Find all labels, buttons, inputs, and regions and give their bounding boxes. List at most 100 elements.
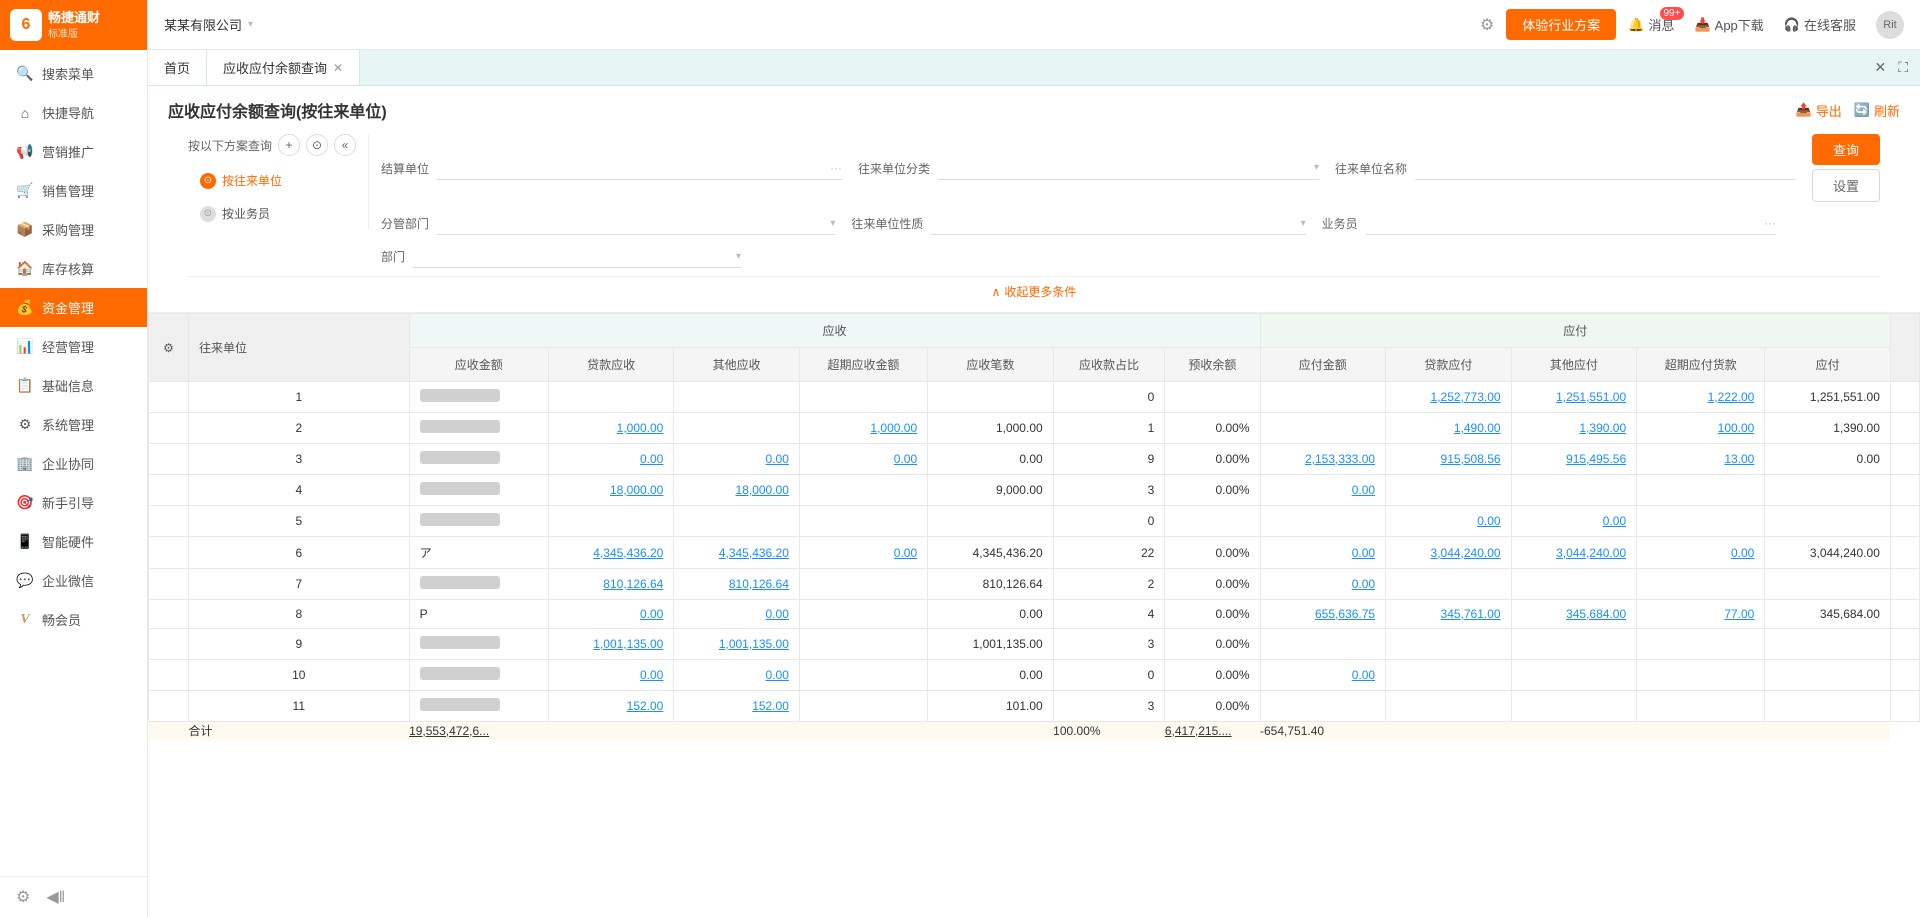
scheme-by-unit[interactable]: ⊙ 按往来单位: [188, 164, 356, 197]
table-cell[interactable]: 1,001,135.00: [674, 629, 800, 660]
sidebar-item-purchase[interactable]: 📦 采购管理: [0, 210, 147, 249]
table-cell[interactable]: 1,222.00: [1637, 382, 1765, 413]
table-cell[interactable]: 1,390.00: [1511, 413, 1637, 444]
setting-button[interactable]: 设置: [1812, 169, 1880, 202]
table-cell[interactable]: 0.00: [548, 660, 674, 691]
yewuyuan-input[interactable]: [1366, 216, 1764, 230]
sidebar-item-guide[interactable]: 🎯 新手引导: [0, 483, 147, 522]
table-cell[interactable]: 810,126.64: [548, 569, 674, 600]
collapse-filter-btn[interactable]: ∧ 收起更多条件: [992, 283, 1077, 300]
sidebar-item-member[interactable]: V 畅会员: [0, 600, 147, 639]
table-cell[interactable]: 77.00: [1637, 600, 1765, 629]
tab-arbalance[interactable]: 应收应付余额查询 ✕: [207, 50, 360, 85]
sidebar-item-search[interactable]: 🔍 搜索菜单: [0, 54, 147, 93]
manage-scheme-btn[interactable]: ⊙: [306, 134, 328, 156]
fenlei-input[interactable]: [938, 161, 1314, 175]
sidebar-item-label: 营销推广: [42, 142, 94, 161]
table-cell[interactable]: 3,044,240.00: [1386, 537, 1512, 569]
col-settings-th[interactable]: ⚙: [149, 314, 189, 382]
inventory-icon: 🏠: [16, 260, 34, 277]
cta-button[interactable]: 体验行业方案: [1506, 9, 1616, 40]
sidebar-item-corp[interactable]: 🏢 企业协同: [0, 444, 147, 483]
table-cell[interactable]: 18,000.00: [548, 475, 674, 506]
refresh-button[interactable]: 🔄 刷新: [1854, 101, 1900, 120]
member-icon: V: [16, 612, 34, 628]
table-cell[interactable]: 0.00: [674, 660, 800, 691]
table-cell[interactable]: 1,252,773.00: [1386, 382, 1512, 413]
collapse-icon[interactable]: ◀‖: [46, 887, 65, 907]
footer-ap-loan-cell: [1386, 722, 1512, 740]
table-cell[interactable]: 655,636.75: [1260, 600, 1386, 629]
table-cell[interactable]: 0.00: [548, 444, 674, 475]
table-cell[interactable]: 0.00: [674, 444, 800, 475]
table-cell[interactable]: 152.00: [674, 691, 800, 722]
table-cell[interactable]: 1,490.00: [1386, 413, 1512, 444]
sidebar-item-sales[interactable]: 🛒 销售管理: [0, 171, 147, 210]
table-cell[interactable]: 152.00: [548, 691, 674, 722]
table-cell[interactable]: 0.00: [799, 444, 927, 475]
header-gear-icon[interactable]: ⚙: [1480, 15, 1494, 35]
sidebar-item-marketing[interactable]: 📢 营销推广: [0, 132, 147, 171]
table-cell[interactable]: 18,000.00: [674, 475, 800, 506]
add-scheme-btn[interactable]: +: [278, 134, 300, 156]
table-cell[interactable]: 915,495.56: [1511, 444, 1637, 475]
sidebar-item-hardware[interactable]: 📱 智能硬件: [0, 522, 147, 561]
app-download-btn[interactable]: 📥 App下载: [1694, 15, 1763, 34]
table-cell[interactable]: 0.00: [1637, 537, 1765, 569]
user-menu-btn[interactable]: Rit: [1876, 11, 1904, 39]
sidebar-item-inventory[interactable]: 🏠 库存核算: [0, 249, 147, 288]
table-cell[interactable]: 810,126.64: [674, 569, 800, 600]
table-cell[interactable]: 915,508.56: [1386, 444, 1512, 475]
table-cell[interactable]: 0.00: [1260, 537, 1386, 569]
table-cell[interactable]: 4,345,436.20: [674, 537, 800, 569]
table-cell: 6: [189, 537, 410, 569]
table-cell[interactable]: 0.00: [1260, 569, 1386, 600]
tab-home[interactable]: 首页: [148, 50, 207, 85]
online-service-btn[interactable]: 🎧 在线客服: [1784, 15, 1856, 34]
tab-close-icon[interactable]: ✕: [333, 61, 343, 75]
settings-bottom-icon[interactable]: ⚙: [16, 887, 30, 907]
sidebar-item-wechat[interactable]: 💬 企业微信: [0, 561, 147, 600]
bumen-input[interactable]: [413, 249, 736, 263]
table-cell[interactable]: 0.00: [799, 537, 927, 569]
table-cell[interactable]: 13.00: [1637, 444, 1765, 475]
table-cell[interactable]: 2,153,333.00: [1260, 444, 1386, 475]
table-cell: [1637, 569, 1765, 600]
sidebar-item-operation[interactable]: 📊 经营管理: [0, 327, 147, 366]
collapse-scheme-btn[interactable]: «: [334, 134, 356, 156]
table-cell[interactable]: 345,761.00: [1386, 600, 1512, 629]
sidebar-item-system[interactable]: ⚙ 系统管理: [0, 405, 147, 444]
jiesuan-input[interactable]: [437, 161, 830, 175]
sidebar-item-finance[interactable]: 💰 资金管理: [0, 288, 147, 327]
table-cell[interactable]: 1,000.00: [799, 413, 927, 444]
table-cell[interactable]: 3,044,240.00: [1511, 537, 1637, 569]
table-cell[interactable]: 1,000.00: [548, 413, 674, 444]
xingzhi-input[interactable]: [931, 216, 1300, 230]
query-button[interactable]: 查询: [1812, 134, 1880, 165]
table-cell[interactable]: 1,001,135.00: [548, 629, 674, 660]
table-cell[interactable]: 4,345,436.20: [548, 537, 674, 569]
scheme-by-salesman[interactable]: ⊙ 按业务员: [188, 197, 356, 230]
maximize-icon[interactable]: ⛶: [1898, 59, 1908, 76]
table-cell[interactable]: 0.00: [548, 600, 674, 629]
table-cell[interactable]: 0.00: [1386, 506, 1512, 537]
table-row: 5 00.000.00: [149, 506, 1920, 537]
table-cell[interactable]: 0.00: [1260, 660, 1386, 691]
table-cell[interactable]: 0.00: [674, 600, 800, 629]
table-cell[interactable]: 0.00: [1260, 475, 1386, 506]
table-cell: [799, 506, 927, 537]
footer-ar-amount-cell[interactable]: 19,553,472,6...: [409, 722, 548, 740]
footer-ar-prepay-cell[interactable]: 6,417,215....: [1165, 722, 1260, 740]
fenguan-input[interactable]: [437, 216, 830, 230]
sidebar-item-quick[interactable]: ⌂ 快捷导航: [0, 93, 147, 132]
table-cell: 0.00: [1765, 444, 1891, 475]
table-cell[interactable]: 345,684.00: [1511, 600, 1637, 629]
export-button[interactable]: 📤 导出: [1796, 101, 1842, 120]
sidebar-item-basic[interactable]: 📋 基础信息: [0, 366, 147, 405]
mingcheng-input[interactable]: [1415, 161, 1796, 175]
notification-btn[interactable]: 🔔 消息 99+: [1628, 15, 1674, 34]
table-cell[interactable]: 1,251,551.00: [1511, 382, 1637, 413]
table-cell[interactable]: 100.00: [1637, 413, 1765, 444]
table-cell[interactable]: 0.00: [1511, 506, 1637, 537]
close-window-icon[interactable]: ✕: [1874, 59, 1886, 76]
